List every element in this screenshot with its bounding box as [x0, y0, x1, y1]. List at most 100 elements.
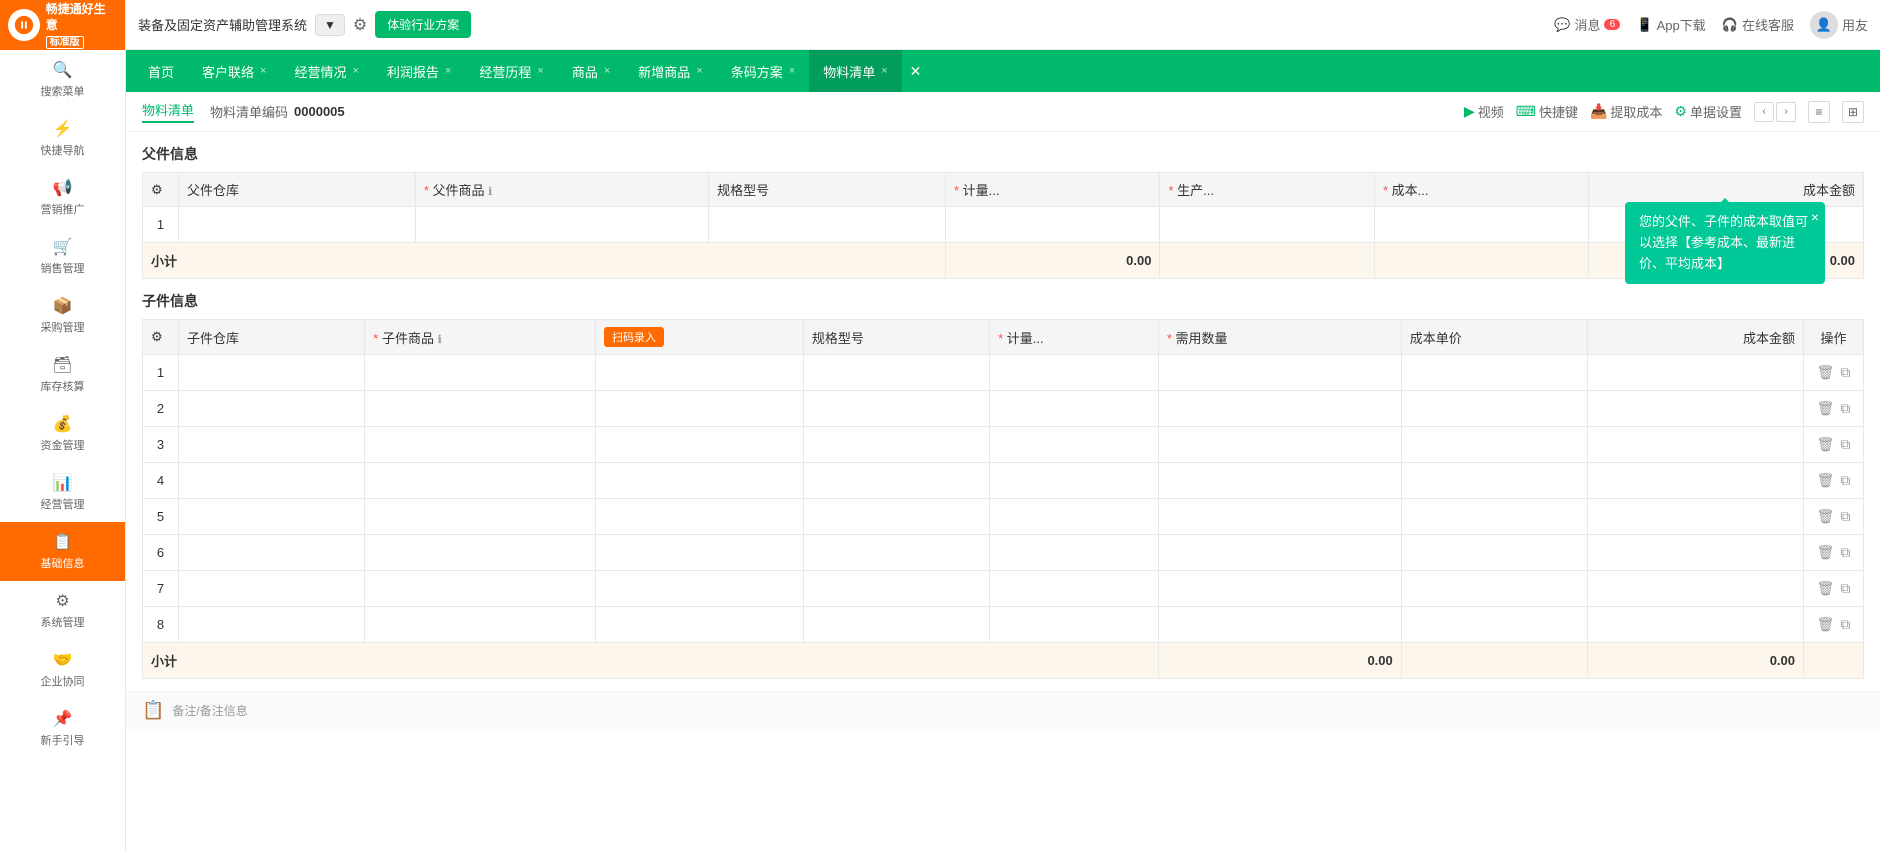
copy-button-2[interactable]: ⧉	[1840, 400, 1850, 417]
child-cell-unit-5[interactable]	[990, 499, 1159, 535]
child-cell-quantity-7[interactable]	[1158, 571, 1401, 607]
child-cell-unit-6[interactable]	[990, 535, 1159, 571]
child-cell-unit-price-5[interactable]	[1401, 499, 1587, 535]
sidebar-item-purchase[interactable]: 📦 采购管理	[0, 286, 125, 345]
trial-button[interactable]: 体验行业方案	[375, 11, 471, 38]
child-cell-unit-3[interactable]	[990, 427, 1159, 463]
scan-button[interactable]: 扫码录入	[604, 327, 664, 347]
copy-button-4[interactable]: ⧉	[1840, 472, 1850, 489]
tab-operations-close[interactable]: ×	[352, 65, 358, 77]
sidebar-item-quicknav[interactable]: ⚡ 快捷导航	[0, 109, 125, 168]
delete-button-4[interactable]: 🗑	[1817, 472, 1835, 489]
child-cell-warehouse-3[interactable]	[179, 427, 365, 463]
app-download-button[interactable]: 📱 App下载	[1636, 15, 1705, 34]
system-select-button[interactable]: ▼	[315, 14, 345, 36]
extract-cost-action[interactable]: 📥 提取成本	[1590, 102, 1662, 121]
child-cell-unit-price-6[interactable]	[1401, 535, 1587, 571]
shortcut-action[interactable]: ⌨ 快捷键	[1516, 102, 1578, 121]
delete-button-3[interactable]: 🗑	[1817, 436, 1835, 453]
gear-icon[interactable]: ⚙	[353, 15, 367, 35]
child-cell-spec-4[interactable]	[803, 463, 989, 499]
copy-button-3[interactable]: ⧉	[1840, 436, 1850, 453]
tab-bom[interactable]: 物料清单 ×	[809, 50, 901, 92]
tab-barcode[interactable]: 条码方案 ×	[717, 50, 809, 92]
child-cell-quantity-1[interactable]	[1158, 355, 1401, 391]
user-menu[interactable]: 👤 用友	[1810, 11, 1868, 39]
tab-history-close[interactable]: ×	[537, 65, 543, 77]
doc-settings-action[interactable]: ⚙ 单据设置	[1674, 102, 1742, 121]
child-cell-product-6[interactable]	[365, 535, 596, 571]
sidebar-item-enterprise[interactable]: 🤝 企业协同	[0, 640, 125, 699]
child-cell-spec-5[interactable]	[803, 499, 989, 535]
child-cell-warehouse-5[interactable]	[179, 499, 365, 535]
copy-button-6[interactable]: ⧉	[1840, 544, 1850, 561]
child-cell-spec-3[interactable]	[803, 427, 989, 463]
parent-th-settings[interactable]: ⚙	[143, 173, 179, 207]
tab-profit[interactable]: 利润报告 ×	[373, 50, 465, 92]
delete-button-7[interactable]: 🗑	[1817, 580, 1835, 597]
tooltip-close-button[interactable]: ×	[1811, 206, 1819, 228]
child-cell-quantity-2[interactable]	[1158, 391, 1401, 427]
child-cell-spec-6[interactable]	[803, 535, 989, 571]
child-cell-product-7[interactable]	[365, 571, 596, 607]
tab-barcode-close[interactable]: ×	[789, 65, 795, 77]
sidebar-item-system[interactable]: ⚙ 系统管理	[0, 581, 125, 640]
child-cell-warehouse-8[interactable]	[179, 607, 365, 643]
delete-button-5[interactable]: 🗑	[1817, 508, 1835, 525]
child-cell-unit-price-2[interactable]	[1401, 391, 1587, 427]
tab-home[interactable]: 首页	[134, 50, 188, 92]
delete-button-6[interactable]: 🗑	[1817, 544, 1835, 561]
child-cell-spec-8[interactable]	[803, 607, 989, 643]
parent-cell-spec-1[interactable]	[709, 207, 946, 243]
parent-cell-warehouse-1[interactable]	[179, 207, 416, 243]
delete-button-2[interactable]: 🗑	[1817, 400, 1835, 417]
sidebar-item-finance[interactable]: 💰 资金管理	[0, 404, 125, 463]
child-cell-product-4[interactable]	[365, 463, 596, 499]
sidebar-item-operations[interactable]: 📊 经营管理	[0, 463, 125, 522]
sidebar-item-search[interactable]: 🔍 搜索菜单	[0, 50, 125, 109]
copy-button-5[interactable]: ⧉	[1840, 508, 1850, 525]
sub-tab-bom[interactable]: 物料清单	[142, 100, 194, 123]
sidebar-item-sales[interactable]: 🛒 销售管理	[0, 227, 125, 286]
video-action[interactable]: ▶ 视频	[1464, 102, 1504, 121]
child-cell-unit-2[interactable]	[990, 391, 1159, 427]
child-cell-warehouse-6[interactable]	[179, 535, 365, 571]
next-arrow[interactable]: ›	[1776, 102, 1796, 122]
tab-customer[interactable]: 客户联络 ×	[188, 50, 280, 92]
child-cell-quantity-3[interactable]	[1158, 427, 1401, 463]
child-cell-unit-price-8[interactable]	[1401, 607, 1587, 643]
tab-new-product[interactable]: 新增商品 ×	[624, 50, 716, 92]
parent-cell-cost-1[interactable]	[1374, 207, 1589, 243]
tab-customer-close[interactable]: ×	[260, 65, 266, 77]
tab-bom-close[interactable]: ×	[881, 65, 887, 77]
message-button[interactable]: 💬 消息 6	[1554, 15, 1620, 34]
child-cell-spec-2[interactable]	[803, 391, 989, 427]
child-cell-warehouse-4[interactable]	[179, 463, 365, 499]
child-cell-product-3[interactable]	[365, 427, 596, 463]
child-cell-unit-price-1[interactable]	[1401, 355, 1587, 391]
child-th-settings[interactable]: ⚙	[143, 320, 179, 355]
child-cell-spec-1[interactable]	[803, 355, 989, 391]
child-cell-unit-price-3[interactable]	[1401, 427, 1587, 463]
sidebar-item-marketing[interactable]: 📢 营销推广	[0, 168, 125, 227]
delete-button-8[interactable]: 🗑	[1817, 616, 1835, 633]
child-cell-spec-7[interactable]	[803, 571, 989, 607]
child-cell-unit-8[interactable]	[990, 607, 1159, 643]
sidebar-item-inventory[interactable]: 🗃 库存核算	[0, 345, 125, 404]
child-cell-product-8[interactable]	[365, 607, 596, 643]
tab-product-close[interactable]: ×	[604, 65, 610, 77]
child-cell-unit-price-4[interactable]	[1401, 463, 1587, 499]
child-cell-quantity-4[interactable]	[1158, 463, 1401, 499]
child-cell-quantity-5[interactable]	[1158, 499, 1401, 535]
child-cell-unit-4[interactable]	[990, 463, 1159, 499]
child-cell-warehouse-7[interactable]	[179, 571, 365, 607]
online-support-button[interactable]: 🎧 在线客服	[1722, 15, 1794, 34]
delete-button-1[interactable]: 🗑	[1817, 364, 1835, 381]
child-cell-unit-7[interactable]	[990, 571, 1159, 607]
tab-history[interactable]: 经营历程 ×	[465, 50, 557, 92]
child-cell-product-1[interactable]	[365, 355, 596, 391]
copy-button-8[interactable]: ⧉	[1840, 616, 1850, 633]
parent-cell-product-1[interactable]	[415, 207, 708, 243]
copy-button-1[interactable]: ⧉	[1840, 364, 1850, 381]
parent-cell-unit-1[interactable]	[945, 207, 1160, 243]
